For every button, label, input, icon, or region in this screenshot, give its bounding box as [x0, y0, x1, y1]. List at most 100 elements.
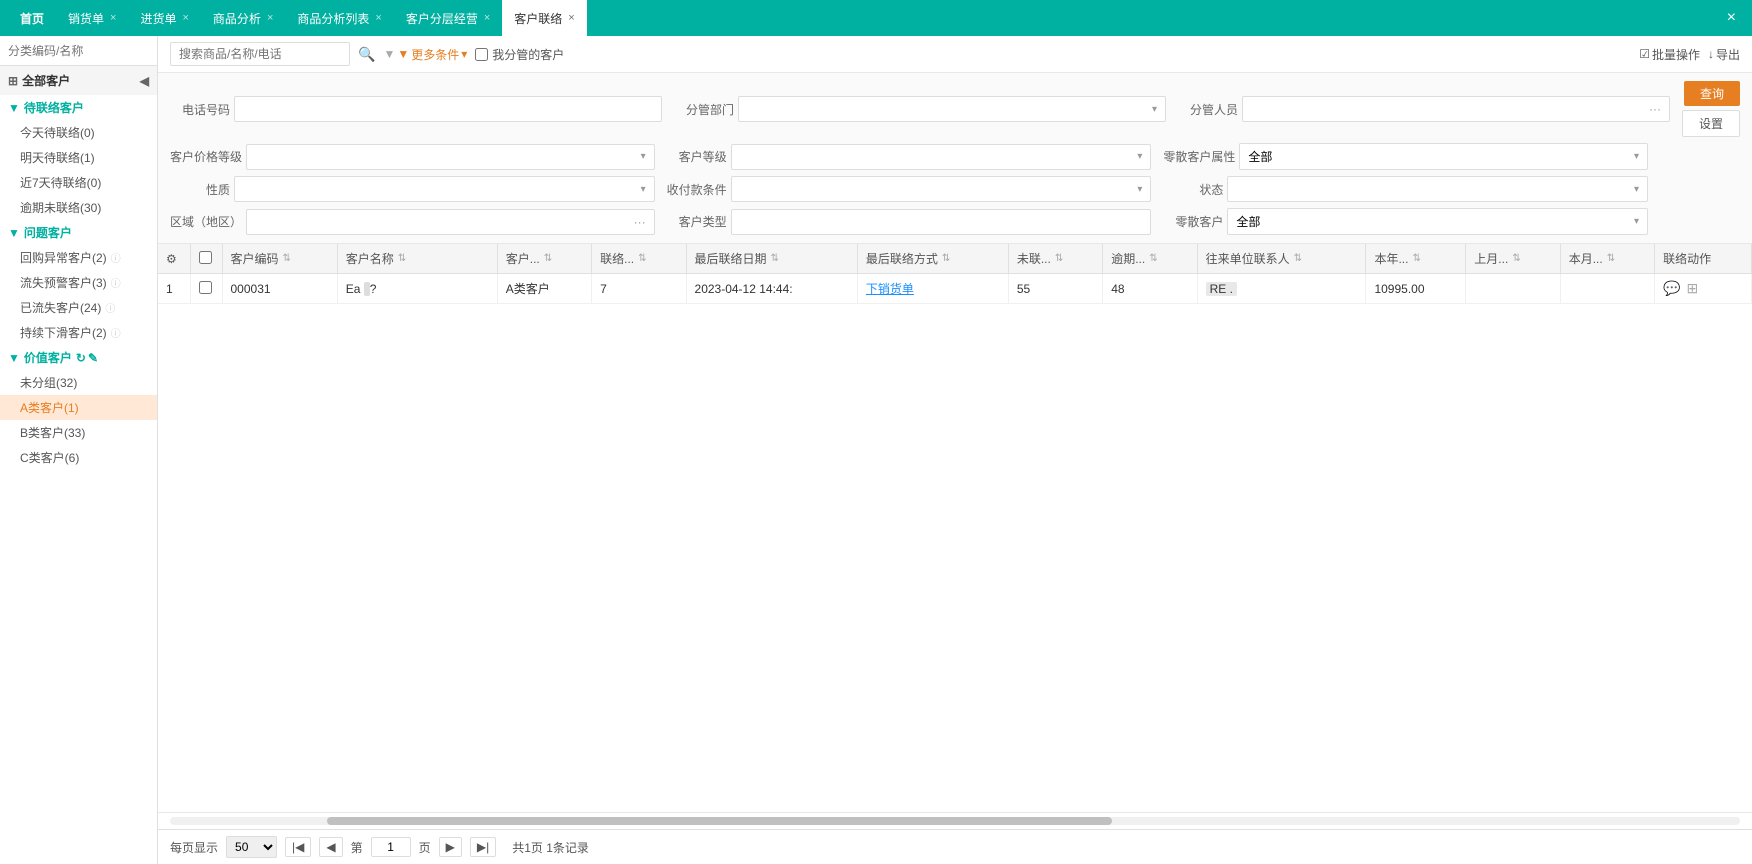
- filter-scattered-attr: 零散客户属性 全部▾: [1163, 143, 1648, 170]
- sort-unit-contact-icon[interactable]: ⇅: [1294, 253, 1302, 264]
- search-input[interactable]: [170, 42, 350, 66]
- sort-contact-count-icon[interactable]: ⇅: [638, 253, 646, 264]
- sidebar-item-today[interactable]: 今天待联络(0): [0, 120, 157, 145]
- nav-customer-segment-close[interactable]: ×: [484, 12, 490, 24]
- top-navigation: 首页 销货单 × 进货单 × 商品分析 × 商品分析列表 × 客户分层经营 × …: [0, 0, 1752, 36]
- export-link[interactable]: ↓ 导出: [1708, 46, 1740, 63]
- th-last-contact-method: 最后联络方式⇅: [857, 244, 1008, 274]
- select-all-checkbox[interactable]: [199, 251, 212, 264]
- page-input[interactable]: [371, 837, 411, 857]
- sidebar-search-input[interactable]: [8, 44, 158, 58]
- more-conditions-button[interactable]: ▼ ▼ 更多条件 ▾: [383, 46, 467, 63]
- scattered-dropdown[interactable]: 全部▾: [1227, 208, 1648, 235]
- sidebar-item-churn-warning[interactable]: 流失预警客户(3) ⓘ: [0, 270, 157, 295]
- th-unit-contact-label: 往来单位联系人: [1206, 250, 1290, 267]
- sort-year-amount-icon[interactable]: ⇅: [1412, 253, 1420, 264]
- query-button[interactable]: 查询: [1684, 81, 1740, 106]
- nature-dropdown[interactable]: ▾: [234, 176, 655, 202]
- filter-customer-type: 客户类型: [667, 209, 1152, 235]
- sidebar-item-declining[interactable]: 持续下滑客户(2) ⓘ: [0, 320, 157, 345]
- sidebar-group-value[interactable]: ▼ 价值客户 ↻ ✎: [0, 345, 157, 370]
- info-icon-2: ⓘ: [105, 300, 115, 315]
- my-customers-checkbox[interactable]: [475, 48, 488, 61]
- sort-overdue-icon[interactable]: ⇅: [1149, 253, 1157, 264]
- first-page-button[interactable]: |◀: [285, 837, 311, 857]
- action-buttons: 查询 设置: [1682, 81, 1740, 137]
- grid-action-icon[interactable]: ⊞: [1687, 280, 1699, 297]
- search-button[interactable]: 🔍: [358, 46, 375, 63]
- sidebar-item-tomorrow[interactable]: 明天待联络(1): [0, 145, 157, 170]
- sort-last-month-icon[interactable]: ⇅: [1512, 253, 1520, 264]
- batch-ops-icon: ☑: [1639, 47, 1650, 61]
- dept-dropdown[interactable]: ▾: [738, 96, 1166, 122]
- price-level-label: 客户价格等级: [170, 148, 242, 165]
- sidebar-item-repurchase-abnormal[interactable]: 回购异常客户(2) ⓘ: [0, 245, 157, 270]
- last-page-button[interactable]: ▶|: [470, 837, 496, 857]
- customer-level-dropdown[interactable]: ▾: [731, 144, 1152, 170]
- sort-code-icon[interactable]: ⇅: [283, 253, 291, 264]
- settings-icon[interactable]: ⚙: [166, 252, 177, 266]
- nav-purchase[interactable]: 进货单 ×: [128, 0, 200, 36]
- next-page-button[interactable]: ▶: [439, 837, 462, 857]
- filter-status: 状态 ▾: [1163, 176, 1648, 202]
- person-label: 分管人员: [1178, 101, 1238, 118]
- last-contact-method-link[interactable]: 下销货单: [866, 282, 914, 296]
- sort-customer-type-icon[interactable]: ⇅: [544, 253, 552, 264]
- right-actions: ☑ 批量操作 ↓ 导出: [1639, 46, 1740, 63]
- sidebar-item-churned[interactable]: 已流失客户(24) ⓘ: [0, 295, 157, 320]
- sort-last-method-icon[interactable]: ⇅: [942, 253, 950, 264]
- sidebar-item-unclassified[interactable]: 未分组(32): [0, 370, 157, 395]
- sidebar-item-class-a[interactable]: A类客户(1): [0, 395, 157, 420]
- th-not-contact: 未联...⇅: [1008, 244, 1102, 274]
- sort-not-contact-icon[interactable]: ⇅: [1055, 253, 1063, 264]
- nature-label: 性质: [170, 181, 230, 198]
- customer-type-input[interactable]: [731, 209, 1152, 235]
- scroll-thumb[interactable]: [327, 817, 1112, 825]
- nature-arrow: ▾: [641, 184, 646, 195]
- sidebar-item-class-b[interactable]: B类客户(33): [0, 420, 157, 445]
- sidebar-collapse-icon[interactable]: ◀: [140, 74, 149, 88]
- nav-sales[interactable]: 销货单 ×: [56, 0, 128, 36]
- row-checkbox[interactable]: [199, 281, 212, 294]
- per-page-select[interactable]: 50 100 200: [226, 836, 277, 858]
- nav-goods-analysis-close[interactable]: ×: [267, 12, 273, 24]
- sidebar-item-overdue[interactable]: 逾期未联络(30): [0, 195, 157, 220]
- phone-input[interactable]: [234, 96, 662, 122]
- batch-ops-link[interactable]: ☑ 批量操作: [1639, 46, 1700, 63]
- nav-goods-analysis[interactable]: 商品分析 ×: [201, 0, 285, 36]
- sidebar-item-class-c[interactable]: C类客户(6): [0, 445, 157, 470]
- nav-goods-analysis-list[interactable]: 商品分析列表 ×: [285, 0, 393, 36]
- sort-this-month-icon[interactable]: ⇅: [1607, 253, 1615, 264]
- region-input[interactable]: ···: [246, 209, 655, 235]
- sidebar-all-customers[interactable]: ⊞ 全部客户 ◀: [0, 66, 157, 95]
- scattered-attr-dropdown[interactable]: 全部▾: [1239, 143, 1648, 170]
- nav-sales-close[interactable]: ×: [110, 12, 116, 24]
- comment-icon[interactable]: 💬: [1663, 280, 1680, 297]
- sort-name-icon[interactable]: ⇅: [398, 253, 406, 264]
- th-code: 客户编码 ⇅: [222, 244, 337, 274]
- nav-customer-contact[interactable]: 客户联络 ×: [502, 0, 586, 36]
- nav-purchase-close[interactable]: ×: [182, 12, 188, 24]
- sidebar-item-7days[interactable]: 近7天待联络(0): [0, 170, 157, 195]
- value-refresh-icon[interactable]: ↻: [76, 351, 86, 365]
- person-dots-icon: ···: [1649, 102, 1661, 116]
- sidebar-group-problem[interactable]: ▼ 问题客户: [0, 220, 157, 245]
- th-code-label: 客户编码: [231, 250, 279, 267]
- nav-customer-segment[interactable]: 客户分层经营 ×: [394, 0, 502, 36]
- nav-customer-contact-close[interactable]: ×: [568, 12, 574, 24]
- nav-goods-analysis-list-close[interactable]: ×: [375, 12, 381, 24]
- person-input[interactable]: ···: [1242, 96, 1670, 122]
- sidebar-group-pending[interactable]: ▼ 待联络客户: [0, 95, 157, 120]
- horizontal-scrollbar[interactable]: [158, 812, 1752, 829]
- settings-button[interactable]: 设置: [1682, 110, 1740, 137]
- status-dropdown[interactable]: ▾: [1227, 176, 1648, 202]
- prev-page-button[interactable]: ◀: [319, 837, 342, 857]
- nav-home[interactable]: 首页: [8, 0, 56, 36]
- sort-last-date-icon[interactable]: ⇅: [771, 253, 779, 264]
- info-icon-3: ⓘ: [111, 325, 121, 340]
- nav-close-all[interactable]: ×: [1719, 9, 1744, 27]
- th-actions-label: 联络动作: [1663, 252, 1711, 266]
- payment-dropdown[interactable]: ▾: [731, 176, 1152, 202]
- price-level-dropdown[interactable]: ▾: [246, 144, 655, 170]
- value-edit-icon[interactable]: ✎: [88, 351, 98, 365]
